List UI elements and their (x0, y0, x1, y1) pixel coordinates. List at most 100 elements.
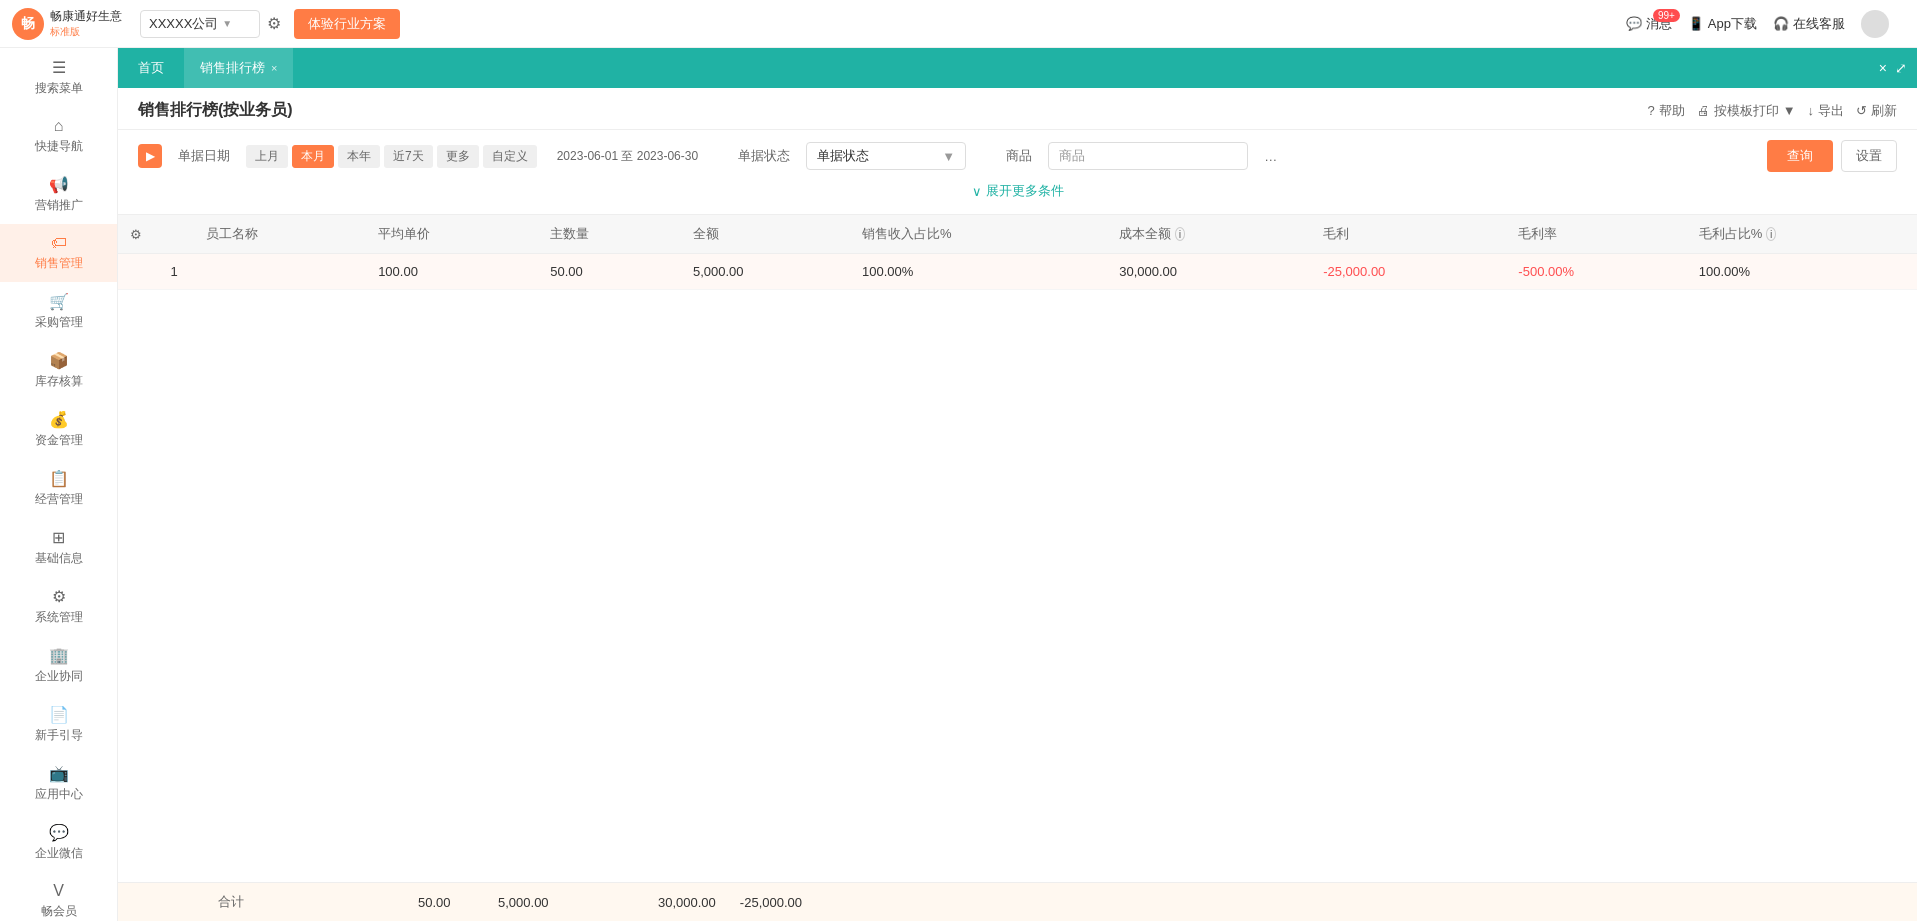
status-chevron-icon: ▼ (942, 149, 955, 164)
date-filter-7days[interactable]: 近7天 (384, 145, 433, 168)
finance-icon: 💰 (49, 410, 69, 429)
sidebar-item-system[interactable]: ⚙系统管理 (0, 577, 117, 636)
date-label: 单据日期 (178, 147, 230, 165)
sidebar-item-shortcut[interactable]: ⌂ 快捷导航 (0, 107, 117, 165)
date-filter-last-month[interactable]: 上月 (246, 145, 288, 168)
tab-close-icon[interactable]: × (271, 62, 277, 74)
cell-sales-pct: 100.00% (850, 254, 1107, 290)
query-button[interactable]: 查询 (1767, 140, 1833, 172)
th-gross-rate: 毛利率 (1506, 215, 1686, 254)
search-icon: ☰ (52, 58, 66, 77)
print-button[interactable]: 🖨 按模板打印 ▼ (1697, 102, 1796, 120)
status-select[interactable]: 单据状态 ▼ (806, 142, 966, 170)
company-name: XXXXX公司 (149, 15, 218, 33)
main-area: ☰搜索菜单 ⌂ 快捷导航 📢营销推广🏷销售管理🛒采购管理📦库存核算💰资金管理 📋 经营管理… (0, 48, 1917, 921)
th-settings[interactable]: ⚙ (118, 215, 154, 254)
goods-label: 商品 (1006, 147, 1032, 165)
sidebar-item-marketing[interactable]: 📢营销推广 (0, 165, 117, 224)
help-label: 帮助 (1659, 102, 1685, 120)
sidebar-item-label: 基础信息 (35, 550, 83, 567)
help-button[interactable]: ? 帮助 (1647, 102, 1684, 120)
status-placeholder: 单据状态 (817, 147, 869, 165)
logo-line2: 标准版 (50, 25, 122, 38)
sidebar-item-purchase[interactable]: 🛒采购管理 (0, 282, 117, 341)
tab-sales-ranking[interactable]: 销售排行榜 × (184, 48, 293, 88)
app-download-icon: 📱 (1688, 16, 1704, 31)
sidebar-item-apps[interactable]: 📺应用中心 (0, 754, 117, 813)
avatar[interactable] (1861, 10, 1889, 38)
settings-button[interactable]: 设置 (1841, 140, 1897, 172)
refresh-icon: ↺ (1856, 103, 1867, 118)
footer-quantity: 50.00 (406, 895, 486, 910)
th-amount: 全额 (681, 215, 850, 254)
date-filter-this-year[interactable]: 本年 (338, 145, 380, 168)
cell-gross-pct: 100.00% (1687, 254, 1917, 290)
shortcut-icon: ⌂ (54, 117, 64, 135)
sidebar-item-guide[interactable]: 📄新手引导 (0, 695, 117, 754)
footer-gross: -25,000.00 (728, 895, 814, 910)
print-chevron-icon: ▼ (1783, 103, 1796, 118)
cell-settings[interactable] (118, 254, 154, 290)
sidebar-item-enterprise[interactable]: 🏢企业协同 (0, 636, 117, 695)
goods-input[interactable]: 商品 (1048, 142, 1248, 170)
filter-toggle-button[interactable]: ▶ (138, 144, 162, 168)
date-filter-this-month[interactable]: 本月 (292, 145, 334, 168)
tab-bar-right: × ⤢ (1879, 60, 1917, 76)
window-resize-icon[interactable]: ⤢ (1895, 60, 1907, 76)
window-close-icon[interactable]: × (1879, 60, 1887, 76)
experience-button[interactable]: 体验行业方案 (294, 9, 400, 39)
inventory-icon: 📦 (49, 351, 69, 370)
logo-area: 畅 畅康通好生意 标准版 (12, 8, 130, 40)
sidebar-item-label: 快捷导航 (35, 138, 83, 155)
message-badge: 99+ (1653, 9, 1680, 22)
topbar-settings-button[interactable]: ⚙ (260, 10, 288, 38)
sidebar-item-operations[interactable]: 📋 经营管理 (0, 459, 117, 518)
data-table: ⚙ 员工名称 平均单价 主数量 全额 销售收入占比% 成本全额 i 毛利 毛利率 (118, 215, 1917, 290)
date-filter-custom[interactable]: 自定义 (483, 145, 537, 168)
sidebar-item-label: 系统管理 (35, 609, 83, 626)
operations-icon: 📋 (49, 469, 69, 488)
sidebar-item-sales[interactable]: 🏷销售管理 (0, 224, 117, 282)
sidebar-item-finance[interactable]: 💰资金管理 (0, 400, 117, 459)
sidebar-item-label: 经营管理 (35, 491, 83, 508)
sidebar-item-wechat[interactable]: 💬企业微信 (0, 813, 117, 872)
purchase-icon: 🛒 (49, 292, 69, 311)
enterprise-icon: 🏢 (49, 646, 69, 665)
cell-quantity: 50.00 (538, 254, 681, 290)
sidebar-item-basic[interactable]: ⊞基础信息 (0, 518, 117, 577)
sidebar-item-member[interactable]: V畅会员 (0, 872, 117, 921)
tab-home[interactable]: 首页 (118, 48, 184, 88)
app-download-button[interactable]: 📱 App下载 (1688, 15, 1757, 33)
refresh-button[interactable]: ↺ 刷新 (1856, 102, 1897, 120)
more-filters-button[interactable]: … (1264, 149, 1277, 164)
cell-gross: -25,000.00 (1311, 254, 1506, 290)
top-bar-right: 💬 消息 99+ 📱 App下载 🎧 在线客服 (1626, 10, 1905, 38)
cell-cost: 30,000.00 (1107, 254, 1311, 290)
cell-avg-price: 100.00 (366, 254, 538, 290)
online-service-label: 在线客服 (1793, 15, 1845, 33)
expand-icon: ∨ (972, 184, 982, 199)
sidebar-item-label: 营销推广 (35, 197, 83, 214)
tab-label: 销售排行榜 (200, 59, 265, 77)
print-icon: 🖨 (1697, 103, 1710, 118)
date-filter-more[interactable]: 更多 (437, 145, 479, 168)
sidebar-item-label: 畅会员 (41, 903, 77, 920)
page-header: 销售排行榜(按业务员) ? 帮助 🖨 按模板打印 ▼ ↓ (118, 88, 1917, 130)
goods-placeholder: 商品 (1059, 147, 1085, 165)
export-button[interactable]: ↓ 导出 (1808, 102, 1845, 120)
headset-icon: 🎧 (1773, 16, 1789, 31)
online-service-button[interactable]: 🎧 在线客服 (1773, 15, 1845, 33)
page-title: 销售排行榜(按业务员) (138, 100, 293, 121)
cell-gross-rate: -500.00% (1506, 254, 1686, 290)
date-range: 2023-06-01 至 2023-06-30 (557, 148, 698, 165)
message-button[interactable]: 💬 消息 99+ (1626, 15, 1672, 33)
table-container: ⚙ 员工名称 平均单价 主数量 全额 销售收入占比% 成本全额 i 毛利 毛利率 (118, 215, 1917, 882)
sidebar-item-search[interactable]: ☰搜索菜单 (0, 48, 117, 107)
expand-conditions-button[interactable]: ∨ 展开更多条件 (972, 178, 1064, 204)
content-area: 销售排行榜(按业务员) ? 帮助 🖨 按模板打印 ▼ ↓ (118, 88, 1917, 921)
filter-row-1: ▶ 单据日期 上月 本月 本年 近7天 更多 自定义 2023-06-01 至 … (138, 140, 1897, 172)
table-header-row: ⚙ 员工名称 平均单价 主数量 全额 销售收入占比% 成本全额 i 毛利 毛利率 (118, 215, 1917, 254)
footer-cost: 30,000.00 (646, 895, 728, 910)
sidebar-item-inventory[interactable]: 📦库存核算 (0, 341, 117, 400)
company-selector[interactable]: XXXXX公司 ▼ (140, 10, 260, 38)
